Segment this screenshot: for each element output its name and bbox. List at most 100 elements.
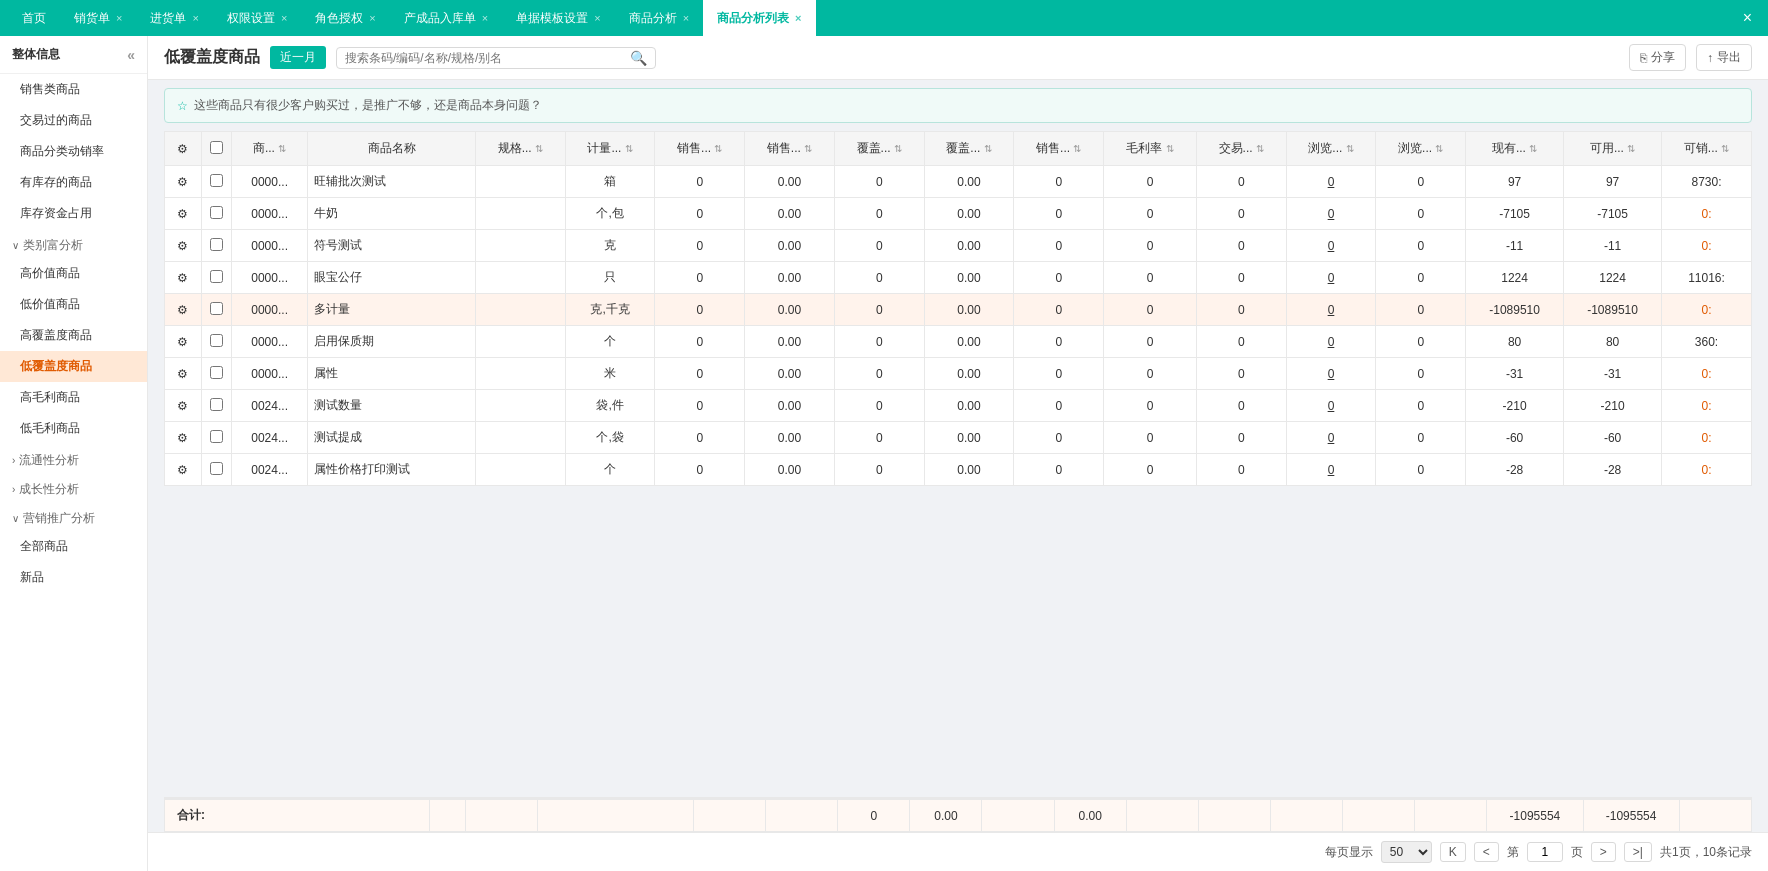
row-name-6[interactable]: 属性 [308,358,476,390]
row-checkbox-7[interactable] [201,390,231,422]
unit-column-header[interactable]: 计量... ⇅ [565,132,655,166]
nav-product-warehouse[interactable]: 产成品入库单 × [390,0,502,36]
row-select-5[interactable] [210,334,223,347]
checkbox-column-header[interactable] [201,132,231,166]
row-select-4[interactable] [210,302,223,315]
sidebar-section-value-analysis[interactable]: ∨ 类别富分析 [0,229,147,258]
saleable-column-header[interactable]: 可销... ⇅ [1662,132,1752,166]
row-checkbox-1[interactable] [201,198,231,230]
row-browse1-6[interactable]: 0 [1286,358,1376,390]
close-permission-icon[interactable]: × [281,12,287,24]
nav-purchase-order[interactable]: 进货单 × [136,0,212,36]
sidebar-section-growth[interactable]: › 成长性分析 [0,473,147,502]
row-select-8[interactable] [210,430,223,443]
current-column-header[interactable]: 现有... ⇅ [1466,132,1564,166]
row-checkbox-0[interactable] [201,166,231,198]
sidebar-item-low-coverage[interactable]: 低覆盖度商品 [0,351,147,382]
browse2-column-header[interactable]: 浏览... ⇅ [1376,132,1466,166]
row-browse1-9[interactable]: 0 [1286,454,1376,486]
row-settings-4[interactable]: ⚙ [165,294,202,326]
row-settings-3[interactable]: ⚙ [165,262,202,294]
close-template-icon[interactable]: × [594,12,600,24]
code-column-header[interactable]: 商... ⇅ [231,132,307,166]
nav-product-analysis-list[interactable]: 商品分析列表 × [703,0,815,36]
row-name-3[interactable]: 眼宝公仔 [308,262,476,294]
row-name-1[interactable]: 牛奶 [308,198,476,230]
sidebar-section-marketing[interactable]: ∨ 营销推广分析 [0,502,147,531]
avail-column-header[interactable]: 可用... ⇅ [1564,132,1662,166]
sidebar-item-all-products[interactable]: 全部商品 [0,531,147,562]
row-checkbox-5[interactable] [201,326,231,358]
row-checkbox-6[interactable] [201,358,231,390]
close-product-analysis-icon[interactable]: × [683,12,689,24]
row-browse1-5[interactable]: 0 [1286,326,1376,358]
row-name-0[interactable]: 旺辅批次测试 [308,166,476,198]
row-checkbox-3[interactable] [201,262,231,294]
row-settings-7[interactable]: ⚙ [165,390,202,422]
row-settings-6[interactable]: ⚙ [165,358,202,390]
close-purchase-order-icon[interactable]: × [192,12,198,24]
row-name-8[interactable]: 测试提成 [308,422,476,454]
close-product-warehouse-icon[interactable]: × [482,12,488,24]
row-select-0[interactable] [210,174,223,187]
row-checkbox-4[interactable] [201,294,231,326]
row-browse1-1[interactable]: 0 [1286,198,1376,230]
sidebar-item-category-rate[interactable]: 商品分类动销率 [0,136,147,167]
row-name-5[interactable]: 启用保质期 [308,326,476,358]
cover2-column-header[interactable]: 覆盖... ⇅ [924,132,1014,166]
row-settings-1[interactable]: ⚙ [165,198,202,230]
row-checkbox-2[interactable] [201,230,231,262]
row-name-9[interactable]: 属性价格打印测试 [308,454,476,486]
row-select-2[interactable] [210,238,223,251]
sidebar-item-in-stock[interactable]: 有库存的商品 [0,167,147,198]
share-button[interactable]: ⎘ 分享 [1629,44,1686,71]
sale-qty-column-header[interactable]: 销售... ⇅ [655,132,745,166]
trade-column-header[interactable]: 交易... ⇅ [1196,132,1286,166]
row-browse1-8[interactable]: 0 [1286,422,1376,454]
window-close-button[interactable]: × [1735,9,1760,27]
page-number-input[interactable] [1527,842,1563,862]
sale-amt-column-header[interactable]: 销售... ⇅ [745,132,835,166]
close-sales-order-icon[interactable]: × [116,12,122,24]
time-filter-button[interactable]: 近一月 [270,46,326,69]
page-size-select[interactable]: 50 100 200 [1381,841,1432,863]
sidebar-item-high-value[interactable]: 高价值商品 [0,258,147,289]
last-page-button[interactable]: >| [1624,842,1652,862]
row-select-6[interactable] [210,366,223,379]
sidebar-item-sales-products[interactable]: 销售类商品 [0,74,147,105]
nav-template-settings[interactable]: 单据模板设置 × [502,0,614,36]
name-column-header[interactable]: 商品名称 [308,132,476,166]
row-browse1-0[interactable]: 0 [1286,166,1376,198]
sale3-column-header[interactable]: 销售... ⇅ [1014,132,1104,166]
row-browse1-4[interactable]: 0 [1286,294,1376,326]
row-checkbox-9[interactable] [201,454,231,486]
search-input[interactable] [345,51,630,65]
row-browse1-3[interactable]: 0 [1286,262,1376,294]
row-name-4[interactable]: 多计量 [308,294,476,326]
nav-sales-order[interactable]: 销货单 × [60,0,136,36]
close-role-icon[interactable]: × [369,12,375,24]
sidebar-item-low-gross[interactable]: 低毛利商品 [0,413,147,444]
row-settings-2[interactable]: ⚙ [165,230,202,262]
export-button[interactable]: ↑ 导出 [1696,44,1752,71]
sidebar-item-high-gross[interactable]: 高毛利商品 [0,382,147,413]
sidebar-item-new-products[interactable]: 新品 [0,562,147,593]
sidebar-item-inventory-value[interactable]: 库存资金占用 [0,198,147,229]
sidebar-item-low-value[interactable]: 低价值商品 [0,289,147,320]
row-name-7[interactable]: 测试数量 [308,390,476,422]
row-checkbox-8[interactable] [201,422,231,454]
cover1-column-header[interactable]: 覆盖... ⇅ [834,132,924,166]
row-select-7[interactable] [210,398,223,411]
row-settings-9[interactable]: ⚙ [165,454,202,486]
nav-home[interactable]: 首页 [8,0,60,36]
select-all-checkbox[interactable] [210,141,223,154]
sidebar-section-liquidity[interactable]: › 流通性分析 [0,444,147,473]
close-analysis-list-icon[interactable]: × [795,12,801,24]
row-select-9[interactable] [210,462,223,475]
sidebar-item-high-coverage[interactable]: 高覆盖度商品 [0,320,147,351]
nav-product-analysis[interactable]: 商品分析 × [615,0,703,36]
row-browse1-7[interactable]: 0 [1286,390,1376,422]
row-settings-8[interactable]: ⚙ [165,422,202,454]
spec-column-header[interactable]: 规格... ⇅ [475,132,565,166]
row-settings-5[interactable]: ⚙ [165,326,202,358]
